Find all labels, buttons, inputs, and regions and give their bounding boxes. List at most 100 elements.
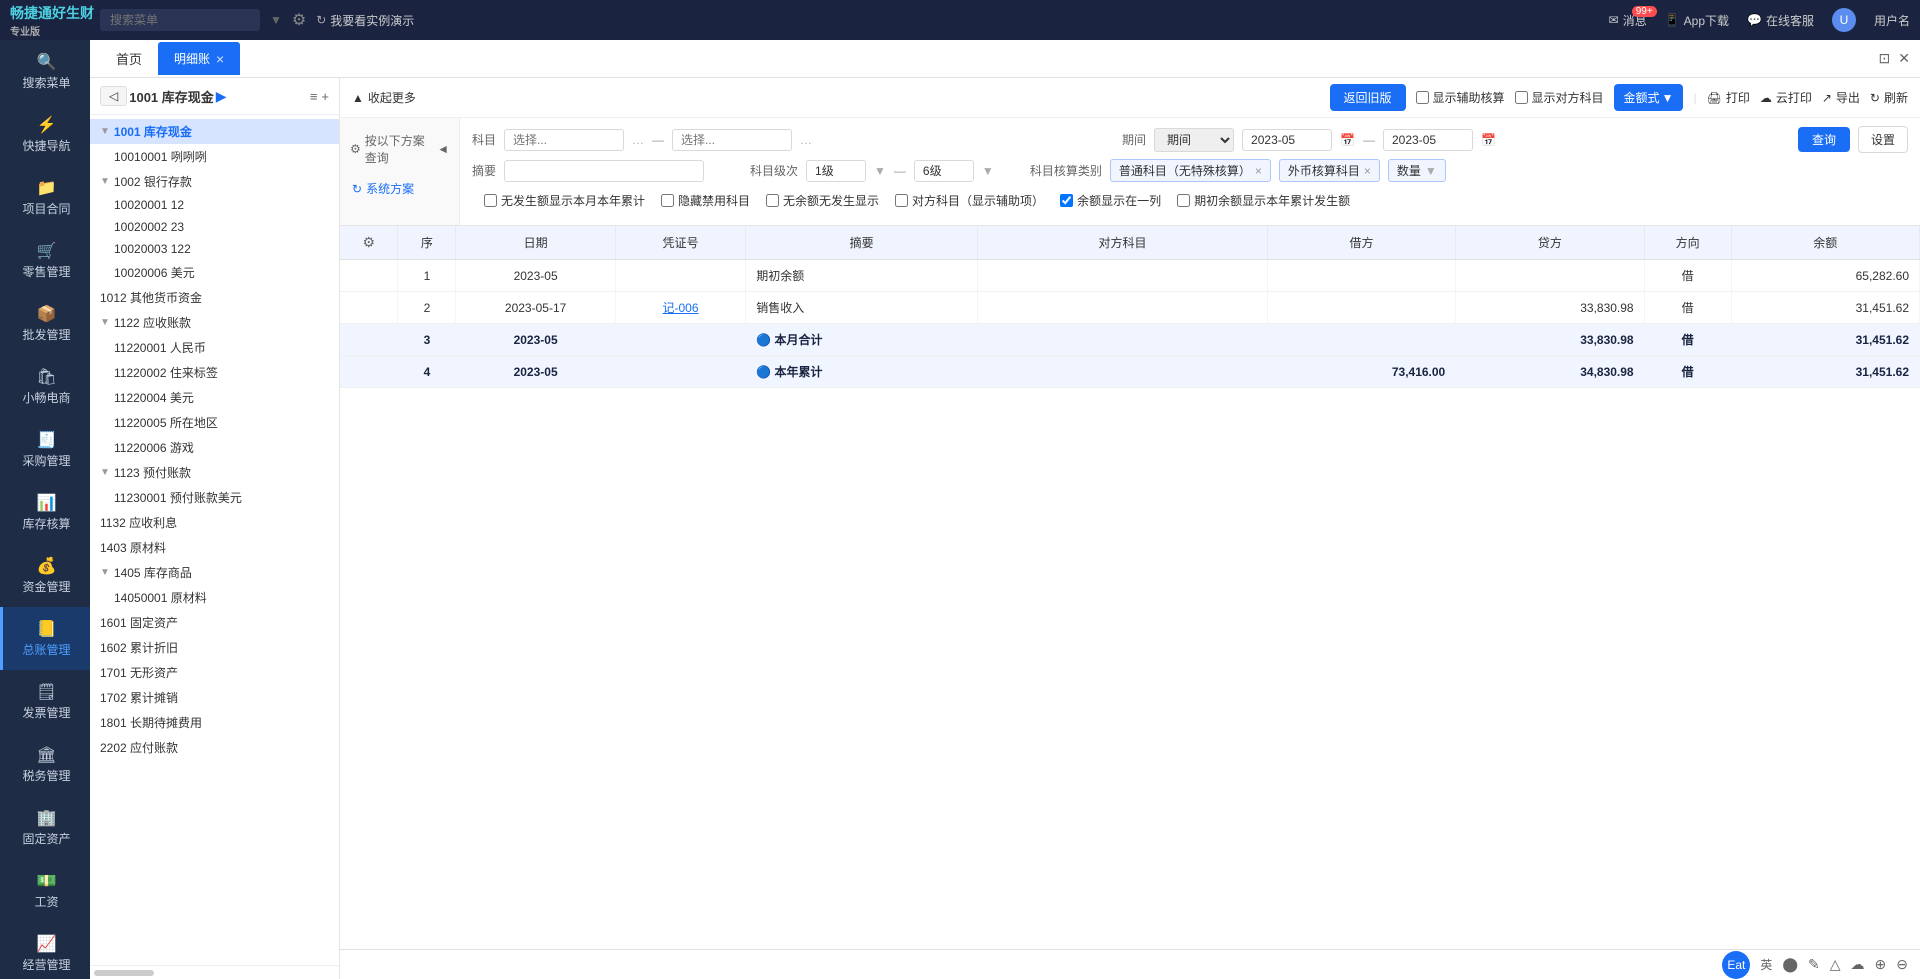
tree-node-2202[interactable]: 2202 应付账款 (90, 735, 339, 760)
sidebar-item-search-menu[interactable]: 🔍 搜索菜单 (0, 40, 90, 103)
tab-close-btn[interactable]: × (216, 51, 224, 67)
period-end-input[interactable] (1383, 129, 1473, 151)
level-end-input[interactable] (914, 160, 974, 182)
sidebar-item-wholesale[interactable]: 📦 批发管理 (0, 292, 90, 355)
sidebar-item-fixed-assets[interactable]: 🏢 固定资产 (0, 796, 90, 859)
collapse-more-btn[interactable]: ▲ 收起更多 (352, 89, 416, 106)
restore-icon[interactable]: ⊡ (1879, 50, 1891, 67)
bottom-triangle-icon[interactable]: △ (1830, 956, 1841, 973)
export-btn[interactable]: ↗ 导出 (1822, 89, 1860, 106)
bottom-icon-1[interactable]: ⬤ (1782, 956, 1798, 973)
subject-input-end[interactable] (672, 129, 792, 151)
sidebar-item-inventory[interactable]: 📊 库存核算 (0, 481, 90, 544)
print-btn[interactable]: 🖨 打印 (1707, 89, 1750, 106)
scheme-config-icon[interactable]: ⚙ (350, 142, 361, 156)
settings-icon[interactable]: ⚙ (292, 10, 306, 30)
show-auxiliary-input[interactable] (1416, 91, 1429, 104)
tree-node-1602[interactable]: 1602 累计折旧 (90, 635, 339, 660)
close-window-icon[interactable]: ✕ (1898, 50, 1910, 67)
return-old-btn[interactable]: 返回旧版 (1330, 84, 1406, 111)
tree-node-1405[interactable]: ▼ 1405 库存商品 (90, 560, 339, 585)
tree-horizontal-scroll[interactable] (90, 965, 339, 979)
period-date-icon-end[interactable]: 📅 (1481, 133, 1496, 147)
bottom-remove-icon[interactable]: ⊖ (1896, 956, 1908, 973)
search-btn[interactable]: 查询 (1798, 127, 1850, 152)
level-start-input[interactable] (806, 160, 866, 182)
bottom-add-icon[interactable]: ⊕ (1875, 956, 1887, 973)
check-hide-disabled[interactable]: 隐藏禁用科目 (661, 192, 750, 209)
tree-node-10020006[interactable]: 10020006 美元 (90, 260, 339, 285)
tree-node-11220004[interactable]: 11220004 美元 (90, 385, 339, 410)
settings-btn[interactable]: 设置 (1858, 126, 1908, 153)
cloud-print-btn[interactable]: ☁ 云打印 (1760, 89, 1812, 106)
tree-node-14050001[interactable]: 14050001 原材料 (90, 585, 339, 610)
tree-node-11220002[interactable]: 11220002 住来标签 (90, 360, 339, 385)
tree-node-1403[interactable]: 1403 原材料 (90, 535, 339, 560)
tree-node-1702[interactable]: 1702 累计摊销 (90, 685, 339, 710)
show-opposite-check[interactable]: 显示对方科目 (1515, 89, 1604, 106)
check-opposite-subject[interactable]: 对方科目（显示辅助项） (895, 192, 1044, 209)
top-search-input[interactable] (100, 9, 260, 31)
demo-btn[interactable]: ↻ 我要看实例演示 (316, 12, 414, 29)
period-date-icon-start[interactable]: 📅 (1340, 133, 1355, 147)
show-auxiliary-check[interactable]: 显示辅助核算 (1416, 89, 1505, 106)
subject-more-btn2[interactable]: … (800, 133, 812, 147)
sidebar-item-purchase[interactable]: 🧾 采购管理 (0, 418, 90, 481)
tree-prev-btn[interactable]: ◁ (100, 86, 127, 106)
sidebar-item-general-ledger[interactable]: 📒 总账管理 (0, 607, 90, 670)
avatar[interactable]: U (1832, 8, 1856, 32)
message-btn[interactable]: ✉ 消息 99+ (1609, 12, 1647, 29)
check-balance-column[interactable]: 余额显示在一列 (1060, 192, 1161, 209)
tab-home[interactable]: 首页 (100, 41, 158, 76)
chip-foreign-subject[interactable]: 外币核算科目 × (1279, 159, 1380, 182)
sidebar-item-operations[interactable]: 📈 经营管理 (0, 922, 90, 979)
app-download-btn[interactable]: 📱 App下载 (1665, 12, 1729, 29)
tree-node-11220005[interactable]: 11220005 所在地区 (90, 410, 339, 435)
tree-node-10020002[interactable]: 10020002 23 (90, 216, 339, 238)
tree-node-1002[interactable]: ▼ 1002 银行存款 (90, 169, 339, 194)
summary-input[interactable] (504, 160, 704, 182)
quantity-dropdown-icon[interactable]: ▼ (1425, 164, 1437, 178)
sidebar-item-retail[interactable]: 🛒 零售管理 (0, 229, 90, 292)
check-no-balance[interactable]: 无余额无发生显示 (766, 192, 879, 209)
chip-quantity[interactable]: 数量 ▼ (1388, 159, 1446, 182)
sidebar-item-capital[interactable]: 💰 资金管理 (0, 544, 90, 607)
scheme-collapse-arrow[interactable]: ◄ (437, 142, 449, 156)
tree-node-1012[interactable]: 1012 其他货币资金 (90, 285, 339, 310)
tree-list-icon[interactable]: ≡ (310, 89, 318, 104)
remove-chip-foreign[interactable]: × (1364, 164, 1371, 178)
online-service-btn[interactable]: 💬 在线客服 (1747, 12, 1814, 29)
col-gear-header[interactable]: ⚙ (340, 226, 398, 260)
voucher-link[interactable]: 记-006 (662, 301, 698, 315)
sidebar-item-quick-nav[interactable]: ⚡ 快捷导航 (0, 103, 90, 166)
check-no-amount[interactable]: 无发生额显示本月本年累计 (484, 192, 645, 209)
tree-node-1701[interactable]: 1701 无形资产 (90, 660, 339, 685)
sidebar-item-invoice[interactable]: 🗒 发票管理 (0, 670, 90, 733)
bottom-edit-icon[interactable]: ✎ (1808, 956, 1820, 973)
chip-normal-subject[interactable]: 普通科目（无特殊核算） × (1110, 159, 1271, 182)
sidebar-item-salary[interactable]: 💵 工资 (0, 859, 90, 922)
sidebar-item-small-ecom[interactable]: 🛍 小畅电商 (0, 355, 90, 418)
tree-node-1801[interactable]: 1801 长期待摊费用 (90, 710, 339, 735)
jine-btn[interactable]: 金额式 ▼ (1614, 84, 1684, 111)
table-settings-icon[interactable]: ⚙ (362, 234, 375, 250)
period-start-input[interactable] (1242, 129, 1332, 151)
expand-btn[interactable]: ▼ (270, 13, 282, 27)
tab-active-detail[interactable]: 明细账 × (158, 42, 240, 75)
sidebar-item-tax[interactable]: 🏛 税务管理 (0, 733, 90, 796)
subject-input-start[interactable] (504, 129, 624, 151)
tree-node-1132[interactable]: 1132 应收利息 (90, 510, 339, 535)
level-dropdown-icon[interactable]: ▼ (874, 164, 886, 178)
lang-en-btn[interactable]: 英 (1760, 956, 1772, 973)
show-opposite-input[interactable] (1515, 91, 1528, 104)
tree-node-1123[interactable]: ▼ 1123 预付账款 (90, 460, 339, 485)
refresh-btn[interactable]: ↻ 刷新 (1870, 89, 1908, 106)
tree-node-10020001[interactable]: 10020001 12 (90, 194, 339, 216)
tree-node-10010001[interactable]: 10010001 咧咧咧 (90, 144, 339, 169)
remove-chip-normal[interactable]: × (1255, 164, 1262, 178)
tree-node-1001[interactable]: ▼ 1001 库存现金 (90, 119, 339, 144)
period-type-select[interactable]: 期间 (1154, 128, 1234, 152)
tree-node-11230001[interactable]: 11230001 预付账款美元 (90, 485, 339, 510)
system-scheme-item[interactable]: ↻ 系统方案 (340, 172, 459, 205)
sidebar-item-project-contract[interactable]: 📁 项目合同 (0, 166, 90, 229)
